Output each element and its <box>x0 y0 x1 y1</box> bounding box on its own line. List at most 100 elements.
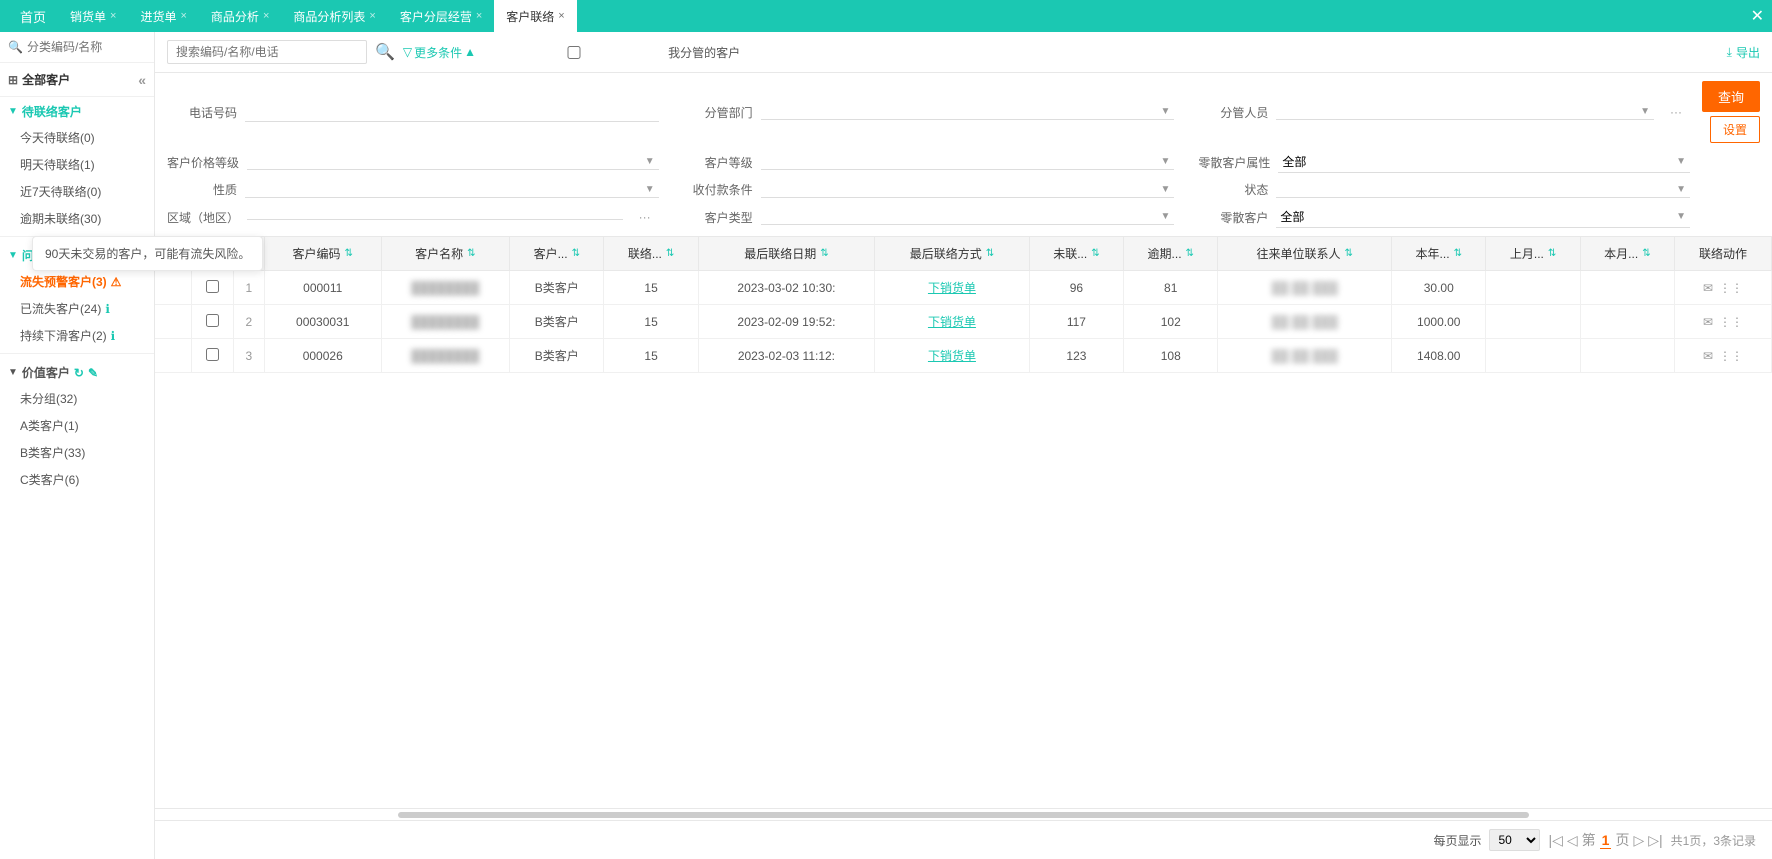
next-page-icon[interactable]: ▷ <box>1633 832 1644 849</box>
filter-region-more[interactable]: ··· <box>631 210 659 224</box>
per-page-select[interactable]: 50 100 200 <box>1489 829 1540 851</box>
status-chevron-icon: ▼ <box>1676 184 1686 195</box>
sort-overdue-icon: ⇅ <box>1186 248 1194 259</box>
nav-home[interactable]: 首页 <box>8 0 58 32</box>
filter-retail-attr: 零散客户属性 全部 ▼ <box>1198 151 1690 173</box>
first-page-icon[interactable]: |◁ <box>1548 832 1562 849</box>
query-button[interactable]: 查询 <box>1702 81 1760 112</box>
sidebar-item-a-class[interactable]: A类客户(1) <box>0 412 154 439</box>
group-arrow-value: ▼ <box>8 367 18 378</box>
payment-chevron-icon: ▼ <box>1160 184 1170 195</box>
prev-page-icon[interactable]: ◁ <box>1567 832 1578 849</box>
row-this-year: 30.00 <box>1392 271 1486 305</box>
table-col-contact[interactable]: 联络... ⇅ <box>604 237 698 271</box>
total-records-info: 共1页，3条记录 <box>1671 832 1756 849</box>
close-segment-icon[interactable]: × <box>476 10 482 22</box>
close-purchase-icon[interactable]: × <box>180 10 186 22</box>
table-col-overdue[interactable]: 逾期... ⇅ <box>1124 237 1218 271</box>
more-conditions-button[interactable]: ▽ 更多条件 ▲ <box>403 44 476 61</box>
close-goods-list-icon[interactable]: × <box>369 10 375 22</box>
filter-row-2: 客户价格等级 ▼ 客户等级 ▼ 零散客户属性 全部 <box>167 151 1760 173</box>
sidebar-all-customers[interactable]: ⊞ 全部客户 « <box>0 63 154 97</box>
close-connect-icon[interactable]: × <box>558 10 564 22</box>
filter-region-select[interactable] <box>247 215 623 220</box>
nav-tab-purchase[interactable]: 进货单 × <box>128 0 198 32</box>
table-col-uncontacted[interactable]: 未联... ⇅ <box>1029 237 1123 271</box>
filter-customer-type-select[interactable]: ▼ <box>761 209 1175 225</box>
sidebar-item-churn-warning[interactable]: 流失预警客户(3) ⚠ <box>0 268 154 295</box>
close-sales-icon[interactable]: × <box>110 10 116 22</box>
sidebar-item-churned[interactable]: 已流失客户(24) ℹ <box>0 295 154 322</box>
sort-lastmonth-icon: ⇅ <box>1548 248 1556 259</box>
filter-region: 区域（地区） ··· <box>167 209 659 226</box>
table-col-last-month[interactable]: 上月... ⇅ <box>1486 237 1580 271</box>
action-mail-icon[interactable]: ✉ <box>1703 315 1713 329</box>
filter-price-select[interactable]: ▼ <box>247 154 659 170</box>
action-mail-icon[interactable]: ✉ <box>1703 349 1713 363</box>
row-checkbox[interactable] <box>206 314 219 327</box>
sidebar-item-c-class[interactable]: C类客户(6) <box>0 466 154 493</box>
filter-retail-attr-select[interactable]: 全部 ▼ <box>1278 151 1690 173</box>
close-goods-analysis-icon[interactable]: × <box>263 10 269 22</box>
my-customers-check[interactable] <box>484 46 664 59</box>
table-col-last-method[interactable]: 最后联络方式 ⇅ <box>875 237 1030 271</box>
filter-manager-more[interactable]: ··· <box>1662 105 1690 119</box>
sidebar-item-today[interactable]: 今天待联络(0) <box>0 124 154 151</box>
row-last-method[interactable]: 下销货单 <box>875 339 1030 373</box>
action-more-icon[interactable]: ⋮⋮ <box>1719 315 1743 329</box>
table-col-type[interactable]: 客户... ⇅ <box>510 237 604 271</box>
refresh-icon-value[interactable]: ↻ <box>74 366 84 380</box>
nav-tab-goods-analysis-list[interactable]: 商品分析列表 × <box>281 0 387 32</box>
sidebar-item-overdue[interactable]: 逾期未联络(30) <box>0 205 154 232</box>
nav-tab-customer-connect[interactable]: 客户联络 × <box>494 0 576 32</box>
sidebar-item-declining[interactable]: 持续下滑客户(2) ℹ <box>0 322 154 349</box>
nav-tab-sales[interactable]: 销货单 × <box>58 0 128 32</box>
table-col-this-month[interactable]: 本月... ⇅ <box>1580 237 1674 271</box>
table-col-name[interactable]: 客户名称 ⇅ <box>381 237 510 271</box>
horizontal-scrollbar[interactable] <box>398 812 1530 818</box>
sidebar-item-b-class[interactable]: B类客户(33) <box>0 439 154 466</box>
filter-phone-input[interactable] <box>245 103 659 122</box>
table-col-last-date[interactable]: 最后联络日期 ⇅ <box>698 237 874 271</box>
warn-icon-churn: ⚠ <box>111 275 122 289</box>
filter-manager-select[interactable]: ▼ <box>1276 104 1654 120</box>
sidebar-item-ungroup[interactable]: 未分组(32) <box>0 385 154 412</box>
action-mail-icon[interactable]: ✉ <box>1703 281 1713 295</box>
last-page-icon[interactable]: ▷| <box>1648 832 1662 849</box>
row-unit-contact: ██ ██ ███ <box>1218 305 1392 339</box>
my-customers-checkbox[interactable]: 我分管的客户 <box>484 44 740 61</box>
customer-level-chevron-icon: ▼ <box>1160 156 1170 167</box>
row-checkbox[interactable] <box>206 348 219 361</box>
sidebar-item-week[interactable]: 近7天待联络(0) <box>0 178 154 205</box>
filter-status-select[interactable]: ▼ <box>1276 182 1690 198</box>
nav-tab-goods-analysis[interactable]: 商品分析 × <box>199 0 281 32</box>
search-input[interactable] <box>167 40 367 64</box>
table-col-code[interactable]: 客户编码 ⇅ <box>264 237 381 271</box>
export-button[interactable]: ⤓ 导出 <box>1727 44 1760 61</box>
row-unit-contact: ██ ██ ███ <box>1218 339 1392 373</box>
settings-button[interactable]: 设置 <box>1710 116 1760 143</box>
table-col-unit-contact[interactable]: 往来单位联系人 ⇅ <box>1218 237 1392 271</box>
filter-customer-level-select[interactable]: ▼ <box>761 154 1175 170</box>
sidebar-group-pending[interactable]: ▼ 待联络客户 <box>0 97 154 124</box>
sidebar-group-value[interactable]: ▼ 价值客户 ↻ ✎ <box>0 358 154 385</box>
row-last-month <box>1486 271 1580 305</box>
window-close-button[interactable]: ✕ <box>1751 6 1764 26</box>
action-more-icon[interactable]: ⋮⋮ <box>1719 349 1743 363</box>
scroll-area[interactable] <box>155 808 1772 820</box>
action-more-icon[interactable]: ⋮⋮ <box>1719 281 1743 295</box>
search-button[interactable]: 🔍 <box>375 42 395 62</box>
nav-tab-customer-segment[interactable]: 客户分层经营 × <box>388 0 494 32</box>
filter-dept-select[interactable]: ▼ <box>761 104 1175 120</box>
row-last-method[interactable]: 下销货单 <box>875 271 1030 305</box>
edit-icon-value[interactable]: ✎ <box>88 366 98 380</box>
filter-payment-select[interactable]: ▼ <box>761 182 1175 198</box>
row-last-method[interactable]: 下销货单 <box>875 305 1030 339</box>
table-col-this-year[interactable]: 本年... ⇅ <box>1392 237 1486 271</box>
filter-retail-customer-select[interactable]: 全部 ▼ <box>1276 206 1690 228</box>
row-checkbox[interactable] <box>206 280 219 293</box>
sidebar-search-input[interactable] <box>27 40 155 54</box>
content-area: 🔍 ▽ 更多条件 ▲ 我分管的客户 ⤓ 导出 电话号码 <box>155 32 1772 859</box>
sidebar-item-tomorrow[interactable]: 明天待联络(1) <box>0 151 154 178</box>
filter-nature-select[interactable]: ▼ <box>245 182 659 198</box>
